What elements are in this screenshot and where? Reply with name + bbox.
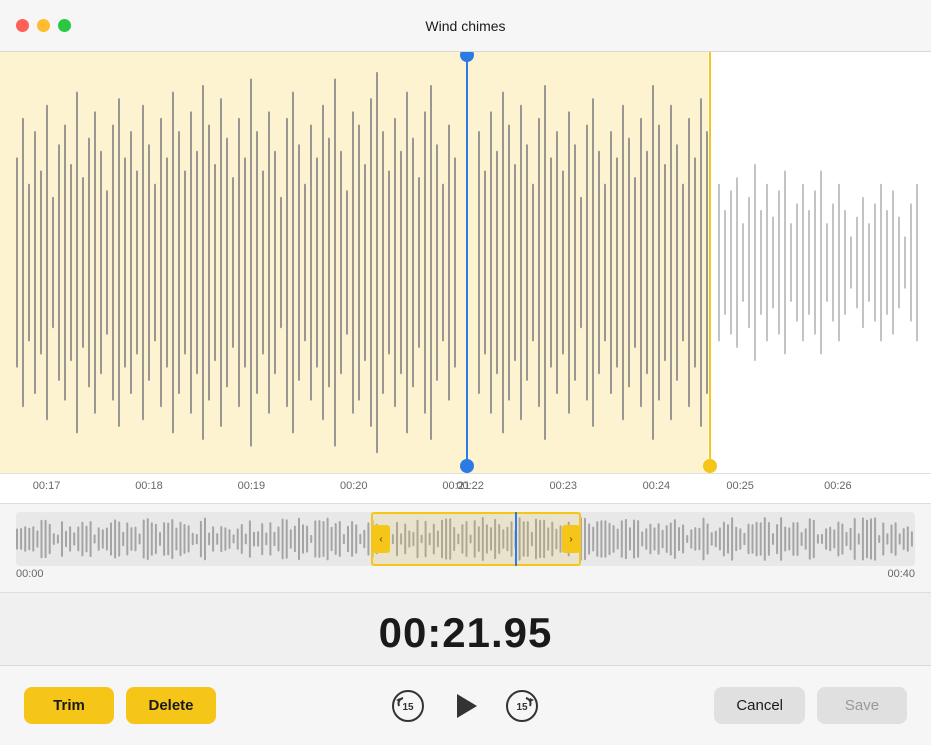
minimize-button[interactable] xyxy=(37,19,50,32)
forward-icon: 15 xyxy=(504,688,540,724)
mini-waveform-container: ‹ › 00:00 00:40 xyxy=(0,503,931,593)
save-button: Save xyxy=(817,687,907,724)
current-time-display: 00:21.95 xyxy=(0,593,931,665)
mini-playhead[interactable] xyxy=(515,512,517,566)
delete-button[interactable]: Delete xyxy=(126,687,216,724)
svg-text:15: 15 xyxy=(403,702,415,713)
mini-selection-left-handle[interactable]: ‹ xyxy=(372,525,390,553)
time-label-20: 00:20 xyxy=(340,480,368,492)
mini-time-end: 00:40 xyxy=(887,568,915,580)
mini-selection-region[interactable]: ‹ › xyxy=(371,512,581,566)
bottom-toolbar: Trim Delete 15 15 xyxy=(0,665,931,745)
maximize-button[interactable] xyxy=(58,19,71,32)
time-label-26: 00:26 xyxy=(824,480,852,492)
close-button[interactable] xyxy=(16,19,29,32)
main-waveform[interactable] xyxy=(0,52,931,473)
mini-time-labels: 00:00 00:40 xyxy=(16,566,915,582)
time-label-24: 00:24 xyxy=(643,480,671,492)
time-label-22: 00:22 xyxy=(456,480,484,492)
rewind-icon: 15 xyxy=(390,688,426,724)
trim-marker-line[interactable] xyxy=(709,52,711,473)
play-icon xyxy=(447,688,483,724)
time-ruler: 00:17 00:18 00:19 00:20 00:21 00:22 00:2… xyxy=(0,473,931,503)
main-waveform-container: 00:17 00:18 00:19 00:20 00:21 00:22 00:2… xyxy=(0,52,931,503)
forward-button[interactable]: 15 xyxy=(504,688,540,724)
time-label-18: 00:18 xyxy=(135,480,163,492)
window-title: Wind chimes xyxy=(425,18,505,34)
right-handle-arrow-icon: › xyxy=(569,534,572,545)
time-label-19: 00:19 xyxy=(238,480,266,492)
trim-marker-bottom-handle[interactable] xyxy=(703,459,717,473)
playhead-bottom-handle[interactable] xyxy=(460,459,474,473)
cancel-button[interactable]: Cancel xyxy=(714,687,805,724)
mini-selection-right-handle[interactable]: › xyxy=(562,525,580,553)
play-button[interactable] xyxy=(446,687,484,725)
mini-time-start: 00:00 xyxy=(16,568,44,580)
time-label-17: 00:17 xyxy=(33,480,61,492)
trim-button[interactable]: Trim xyxy=(24,687,114,724)
playhead-line[interactable] xyxy=(466,52,468,473)
time-ruler-labels: 00:17 00:18 00:19 00:20 00:21 00:22 00:2… xyxy=(0,474,931,503)
rewind-button[interactable]: 15 xyxy=(390,688,426,724)
svg-text:15: 15 xyxy=(517,702,529,713)
window-controls xyxy=(16,19,71,32)
left-handle-arrow-icon: ‹ xyxy=(379,534,382,545)
time-label-23: 00:23 xyxy=(549,480,577,492)
mini-waveform[interactable]: ‹ › xyxy=(16,512,915,566)
time-label-25: 00:25 xyxy=(726,480,754,492)
transport-controls: 15 15 xyxy=(390,687,540,725)
titlebar: Wind chimes xyxy=(0,0,931,52)
